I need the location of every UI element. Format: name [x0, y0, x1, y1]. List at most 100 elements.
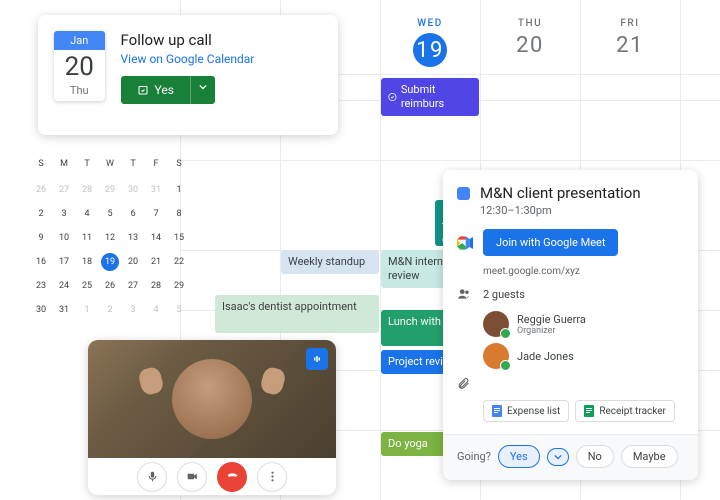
mic-icon — [146, 470, 159, 483]
mini-day[interactable]: 3 — [124, 301, 142, 319]
mini-day[interactable]: 4 — [78, 205, 96, 223]
rsvp-yes-button[interactable]: Yes — [121, 76, 215, 104]
badge-weekday: Thu — [54, 84, 105, 101]
participant-avatar — [172, 359, 252, 439]
mini-day[interactable]: 30 — [32, 301, 50, 319]
camera-button[interactable] — [177, 462, 207, 492]
mini-day[interactable]: 4 — [147, 301, 165, 319]
meet-icon — [457, 236, 473, 250]
rsvp-dropdown[interactable] — [190, 76, 215, 104]
guest-row[interactable]: Jade Jones — [483, 343, 684, 369]
mini-day[interactable]: 27 — [55, 181, 73, 199]
mini-day[interactable]: 7 — [147, 205, 165, 223]
mini-day[interactable]: 23 — [32, 277, 50, 295]
day-number: 20 — [480, 33, 580, 58]
event-weekly-standup[interactable]: Weekly standup — [281, 250, 379, 274]
mini-day[interactable]: 18 — [78, 253, 96, 271]
mini-day[interactable]: 6 — [124, 205, 142, 223]
mini-day[interactable]: 16 — [32, 253, 50, 271]
mini-day[interactable]: 10 — [55, 229, 73, 247]
mini-day[interactable]: 20 — [124, 253, 142, 271]
day-number: 19 — [413, 33, 447, 67]
mini-day[interactable]: 12 — [101, 229, 119, 247]
chevron-down-icon — [199, 83, 207, 91]
invite-card: Jan 20 Thu Follow up call View on Google… — [38, 15, 338, 135]
mini-day[interactable]: 1 — [170, 181, 188, 199]
invite-title: Follow up call — [121, 31, 322, 49]
mini-day[interactable]: 13 — [124, 229, 142, 247]
calendar-check-icon — [137, 84, 149, 96]
mini-day[interactable]: 27 — [124, 277, 142, 295]
going-maybe-button[interactable]: Maybe — [621, 445, 678, 468]
mini-calendar[interactable]: SMTWTFS262728293031123456789101112131415… — [30, 155, 190, 322]
event-submit-reimburs[interactable]: Submit reimburs — [381, 78, 479, 116]
mini-day[interactable]: 3 — [55, 205, 73, 223]
sheet-icon — [584, 405, 594, 417]
attachment-chip[interactable]: Expense list — [483, 400, 569, 422]
day-header-wed[interactable]: WED 19 — [380, 18, 480, 67]
mini-day[interactable]: 26 — [32, 181, 50, 199]
mini-day[interactable]: 30 — [124, 181, 142, 199]
check-icon — [500, 360, 511, 371]
yes-label: Yes — [155, 83, 174, 97]
view-on-calendar-link[interactable]: View on Google Calendar — [121, 52, 255, 66]
mini-day[interactable]: 24 — [55, 277, 73, 295]
guest-name: Reggie Guerra — [517, 313, 586, 326]
join-meet-button[interactable]: Join with Google Meet — [483, 229, 618, 256]
mini-day[interactable]: 25 — [78, 277, 96, 295]
check-circle-icon — [388, 92, 397, 102]
guest-role: Organizer — [517, 326, 586, 336]
doc-icon — [492, 405, 502, 417]
hangup-button[interactable] — [217, 462, 247, 492]
day-header-fri[interactable]: FRI 21 — [580, 18, 680, 58]
going-yes-dropdown[interactable] — [547, 448, 569, 466]
attachment-icon — [457, 377, 473, 390]
mini-day[interactable]: 19 — [101, 253, 119, 271]
mini-day[interactable]: 29 — [101, 181, 119, 199]
mini-day[interactable]: 2 — [32, 205, 50, 223]
mini-day[interactable]: 2 — [101, 301, 119, 319]
day-header-thu[interactable]: THU 20 — [480, 18, 580, 58]
mini-day[interactable]: 22 — [170, 253, 188, 271]
hand-icon — [137, 366, 165, 397]
going-no-button[interactable]: No — [576, 445, 614, 468]
mini-day[interactable]: 15 — [170, 229, 188, 247]
mini-day[interactable]: 5 — [101, 205, 119, 223]
day-label: WED — [380, 18, 480, 29]
mini-day[interactable]: 5 — [170, 301, 188, 319]
mini-day[interactable]: 11 — [78, 229, 96, 247]
phone-icon — [225, 469, 240, 484]
video-controls — [88, 458, 336, 495]
mini-day[interactable]: 26 — [101, 277, 119, 295]
attachment-chip[interactable]: Receipt tracker — [575, 400, 675, 422]
mini-day[interactable]: 17 — [55, 253, 73, 271]
grid-row — [180, 160, 720, 161]
more-vert-icon — [266, 470, 279, 483]
going-yes-button[interactable]: Yes — [498, 445, 540, 468]
mini-day[interactable]: 31 — [147, 181, 165, 199]
guest-name: Jade Jones — [517, 350, 574, 363]
event-detail-card: M&N client presentation 12:30–1:30pm Joi… — [443, 170, 698, 480]
mic-button[interactable] — [137, 462, 167, 492]
chevron-down-icon — [554, 453, 562, 461]
mini-day[interactable]: 14 — [147, 229, 165, 247]
video-feed — [88, 340, 336, 458]
event-color-icon — [457, 187, 470, 200]
mini-day[interactable]: 31 — [55, 301, 73, 319]
badge-month: Jan — [54, 31, 105, 50]
mini-day[interactable]: 9 — [32, 229, 50, 247]
date-badge: Jan 20 Thu — [54, 31, 105, 119]
event-label: Submit reimburs — [401, 83, 472, 111]
guest-row[interactable]: Reggie GuerraOrganizer — [483, 311, 684, 337]
check-icon — [500, 328, 511, 339]
hand-icon — [259, 366, 287, 397]
mini-day[interactable]: 8 — [170, 205, 188, 223]
audio-indicator-icon — [306, 348, 328, 370]
mini-day[interactable]: 21 — [147, 253, 165, 271]
mini-day[interactable]: 29 — [170, 277, 188, 295]
more-button[interactable] — [257, 462, 287, 492]
mini-day[interactable]: 28 — [147, 277, 165, 295]
mini-day[interactable]: 28 — [78, 181, 96, 199]
event-dentist[interactable]: Isaac's dentist appointment — [215, 295, 379, 333]
mini-day[interactable]: 1 — [78, 301, 96, 319]
